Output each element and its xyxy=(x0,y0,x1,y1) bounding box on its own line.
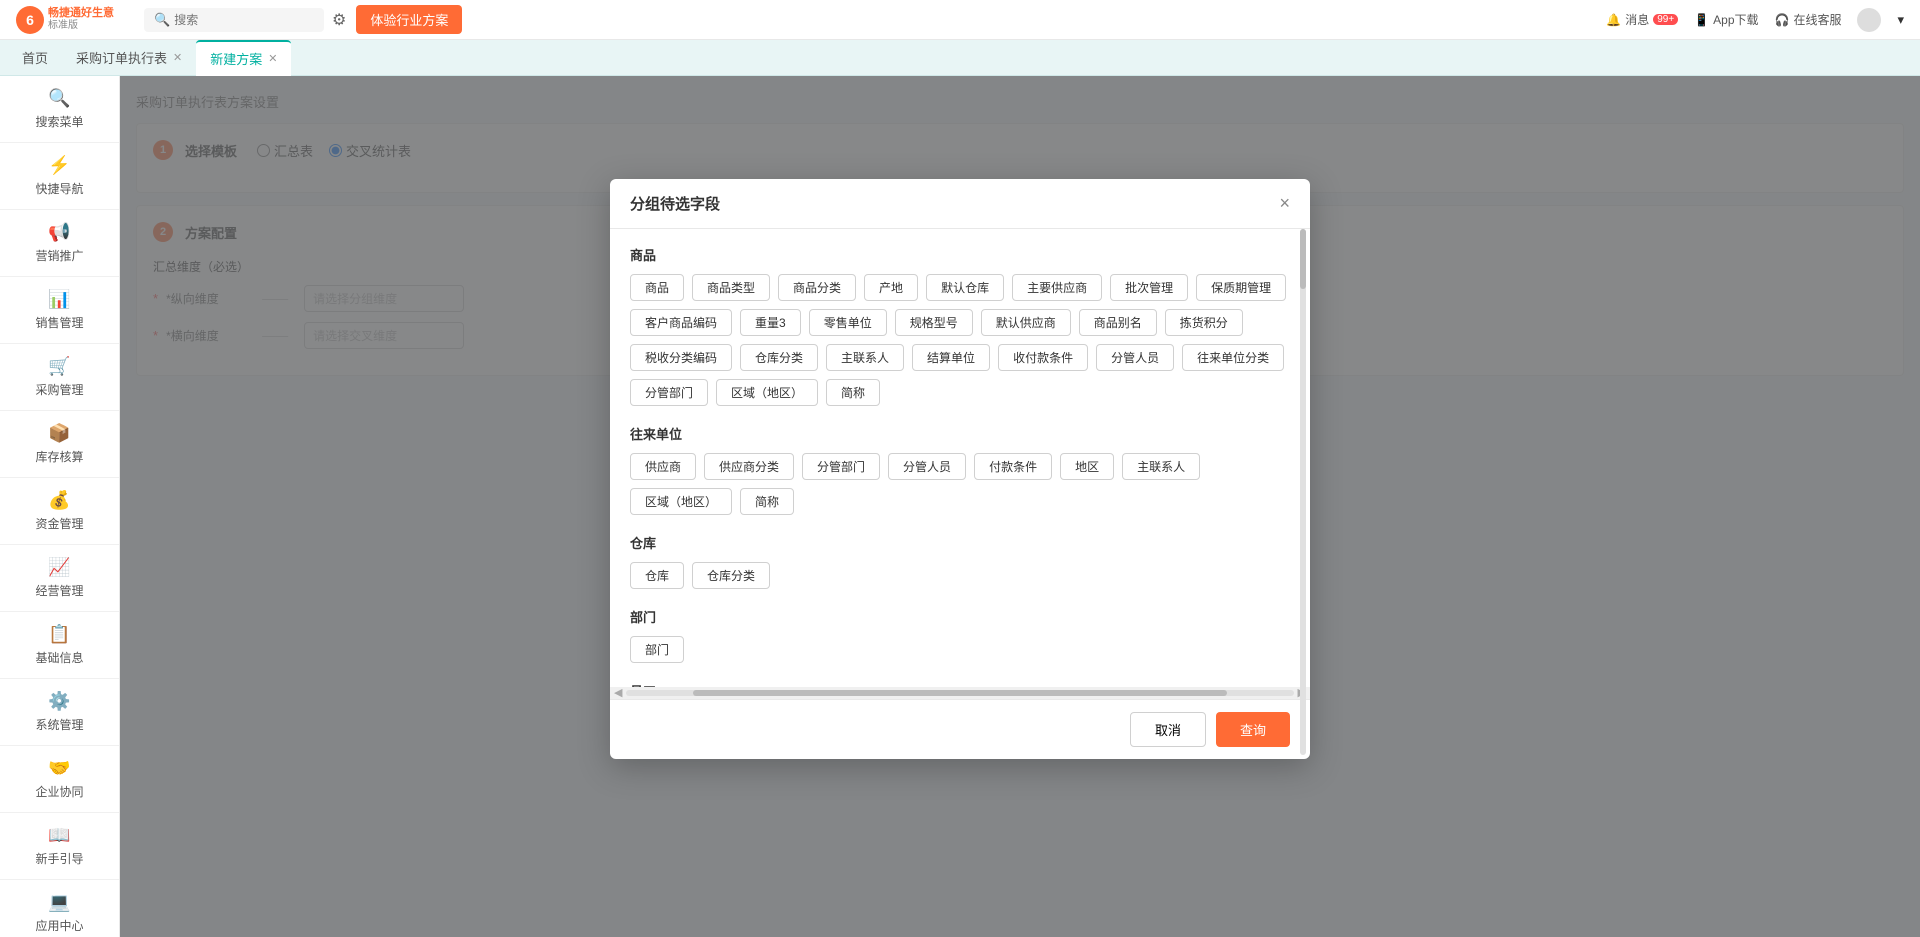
field-group-dept: 部门 部门 xyxy=(630,607,1290,663)
field-tag-product-1[interactable]: 商品类型 xyxy=(692,274,770,301)
field-tag-product-9[interactable]: 重量3 xyxy=(740,309,801,336)
field-tag-product-24[interactable]: 简称 xyxy=(826,379,880,406)
modal-backdrop: 分组待选字段 × 商品 商品 商品类型 商品分类 产地 默认仓库 主要供应商 批… xyxy=(0,0,1920,937)
field-tag-product-16[interactable]: 仓库分类 xyxy=(740,344,818,371)
field-tag-warehouse-1[interactable]: 仓库分类 xyxy=(692,562,770,589)
field-tag-product-4[interactable]: 默认仓库 xyxy=(926,274,1004,301)
field-tag-partner-3[interactable]: 分管人员 xyxy=(888,453,966,480)
field-tags-partner: 供应商 供应商分类 分管部门 分管人员 付款条件 地区 主联系人 区域（地区） … xyxy=(630,453,1290,515)
field-tag-product-13[interactable]: 商品别名 xyxy=(1079,309,1157,336)
field-tags-warehouse: 仓库 仓库分类 xyxy=(630,562,1290,589)
field-tags-dept: 部门 xyxy=(630,636,1290,663)
field-group-product-title: 商品 xyxy=(630,245,1290,264)
field-tags-product: 商品 商品类型 商品分类 产地 默认仓库 主要供应商 批次管理 保质期管理 客户… xyxy=(630,274,1290,406)
modal-body: 商品 商品 商品类型 商品分类 产地 默认仓库 主要供应商 批次管理 保质期管理… xyxy=(610,229,1310,687)
field-tag-partner-0[interactable]: 供应商 xyxy=(630,453,696,480)
field-tag-product-14[interactable]: 拣货积分 xyxy=(1165,309,1243,336)
field-tag-partner-8[interactable]: 简称 xyxy=(740,488,794,515)
field-tag-product-0[interactable]: 商品 xyxy=(630,274,684,301)
field-tag-product-6[interactable]: 批次管理 xyxy=(1110,274,1188,301)
field-tag-partner-6[interactable]: 主联系人 xyxy=(1122,453,1200,480)
modal-hscrollbar[interactable]: ◀ ▶ xyxy=(610,687,1310,699)
field-tag-product-2[interactable]: 商品分类 xyxy=(778,274,856,301)
field-tag-product-21[interactable]: 往来单位分类 xyxy=(1182,344,1284,371)
hscroll-left-arrow[interactable]: ◀ xyxy=(614,686,622,699)
field-group-warehouse-title: 仓库 xyxy=(630,533,1290,552)
field-group-partner: 往来单位 供应商 供应商分类 分管部门 分管人员 付款条件 地区 主联系人 区域… xyxy=(630,424,1290,515)
field-tag-product-10[interactable]: 零售单位 xyxy=(809,309,887,336)
modal-vscroll-thumb[interactable] xyxy=(1300,229,1306,289)
field-select-modal: 分组待选字段 × 商品 商品 商品类型 商品分类 产地 默认仓库 主要供应商 批… xyxy=(610,179,1310,759)
field-tag-product-8[interactable]: 客户商品编码 xyxy=(630,309,732,336)
field-tag-warehouse-0[interactable]: 仓库 xyxy=(630,562,684,589)
hscroll-track[interactable] xyxy=(626,690,1293,696)
field-tag-product-20[interactable]: 分管人员 xyxy=(1096,344,1174,371)
modal-footer: 取消 查询 xyxy=(610,699,1310,759)
field-tag-product-3[interactable]: 产地 xyxy=(864,274,918,301)
field-tag-partner-1[interactable]: 供应商分类 xyxy=(704,453,794,480)
modal-header: 分组待选字段 × xyxy=(610,179,1310,229)
field-tag-partner-7[interactable]: 区域（地区） xyxy=(630,488,732,515)
field-tag-partner-5[interactable]: 地区 xyxy=(1060,453,1114,480)
field-tag-product-22[interactable]: 分管部门 xyxy=(630,379,708,406)
field-tag-product-11[interactable]: 规格型号 xyxy=(895,309,973,336)
field-group-dept-title: 部门 xyxy=(630,607,1290,626)
field-tag-dept-0[interactable]: 部门 xyxy=(630,636,684,663)
field-group-partner-title: 往来单位 xyxy=(630,424,1290,443)
field-tag-product-23[interactable]: 区域（地区） xyxy=(716,379,818,406)
field-group-product: 商品 商品 商品类型 商品分类 产地 默认仓库 主要供应商 批次管理 保质期管理… xyxy=(630,245,1290,406)
field-tag-partner-2[interactable]: 分管部门 xyxy=(802,453,880,480)
field-tag-product-12[interactable]: 默认供应商 xyxy=(981,309,1071,336)
modal-close-btn[interactable]: × xyxy=(1279,193,1290,214)
field-tag-product-17[interactable]: 主联系人 xyxy=(826,344,904,371)
field-group-warehouse: 仓库 仓库 仓库分类 xyxy=(630,533,1290,589)
field-tag-product-18[interactable]: 结算单位 xyxy=(912,344,990,371)
modal-title: 分组待选字段 xyxy=(630,193,720,214)
field-tag-product-19[interactable]: 收付款条件 xyxy=(998,344,1088,371)
field-tag-product-15[interactable]: 税收分类编码 xyxy=(630,344,732,371)
field-tag-product-5[interactable]: 主要供应商 xyxy=(1012,274,1102,301)
modal-vscrollbar[interactable] xyxy=(1300,229,1306,755)
field-tag-partner-4[interactable]: 付款条件 xyxy=(974,453,1052,480)
field-tag-product-7[interactable]: 保质期管理 xyxy=(1196,274,1286,301)
hscroll-thumb[interactable] xyxy=(693,690,1227,696)
cancel-button[interactable]: 取消 xyxy=(1130,712,1206,747)
confirm-button[interactable]: 查询 xyxy=(1216,712,1290,747)
